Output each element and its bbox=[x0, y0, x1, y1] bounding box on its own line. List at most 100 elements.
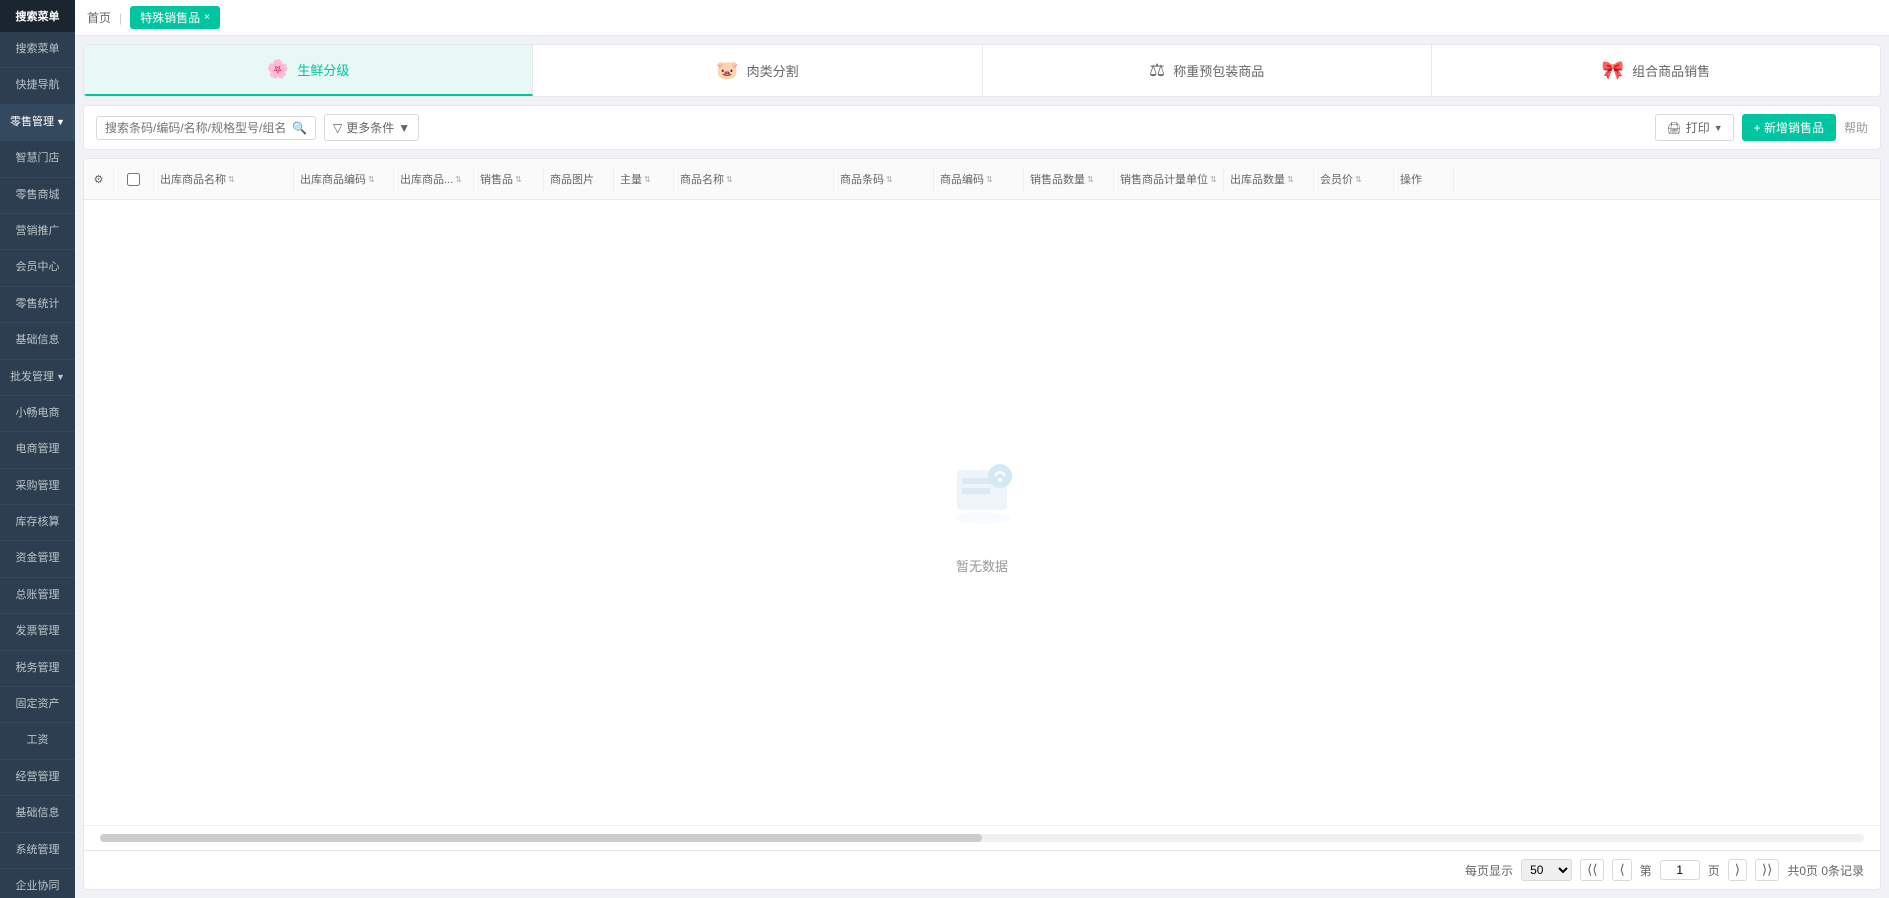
toolbar-right: 🖨 打印 ▼ + 新增销售品 帮助 bbox=[1655, 114, 1868, 141]
th-prod-name[interactable]: 商品名称 ⇅ bbox=[674, 167, 834, 191]
sort-icon: ⇅ bbox=[368, 175, 375, 184]
sort-icon: ⇅ bbox=[1287, 175, 1294, 184]
next-page-icon: ⟩ bbox=[1735, 862, 1740, 877]
topbar: 首页 | 特殊销售品 × bbox=[75, 0, 1889, 36]
sidebar-item-wholesale[interactable]: 批发管理 ▼ bbox=[0, 360, 75, 396]
sidebar-item-search[interactable]: 搜索菜单 bbox=[0, 32, 75, 68]
search-icon: 🔍 bbox=[292, 121, 307, 135]
sort-icon: ⇅ bbox=[886, 175, 893, 184]
close-tab-icon[interactable]: × bbox=[204, 12, 210, 23]
add-button[interactable]: + 新增销售品 bbox=[1742, 114, 1836, 141]
sidebar-item-invoice[interactable]: 发票管理 bbox=[0, 614, 75, 650]
th-out-sku[interactable]: 出库商品... ⇅ bbox=[394, 167, 474, 191]
last-page-button[interactable]: ⟩⟩ bbox=[1755, 859, 1779, 881]
scroll-x-area[interactable] bbox=[84, 825, 1880, 850]
breadcrumb-separator: | bbox=[119, 11, 122, 25]
sidebar-item-basicinfo[interactable]: 基础信息 bbox=[0, 323, 75, 359]
sidebar-item-retailstats[interactable]: 零售统计 bbox=[0, 287, 75, 323]
sort-icon: ⇅ bbox=[1087, 175, 1094, 184]
page-input[interactable] bbox=[1660, 860, 1700, 880]
th-sale-qty[interactable]: 销售品数量 ⇅ bbox=[1024, 167, 1114, 191]
th-barcode[interactable]: 商品条码 ⇅ bbox=[834, 167, 934, 191]
th-sale-item[interactable]: 销售品 ⇅ bbox=[474, 167, 544, 191]
search-input[interactable] bbox=[105, 121, 288, 135]
th-prod-code[interactable]: 商品编码 ⇅ bbox=[934, 167, 1024, 191]
last-page-icon: ⟩⟩ bbox=[1762, 862, 1772, 877]
sidebar-item-wage[interactable]: 工资 bbox=[0, 723, 75, 759]
toolbar: 🔍 ▽ 更多条件 ▼ 🖨 打印 ▼ + 新增销售品 帮助 bbox=[83, 105, 1881, 150]
page-label: 第 bbox=[1640, 862, 1652, 879]
first-page-icon: ⟨⟨ bbox=[1587, 862, 1597, 877]
th-setting[interactable]: ⚙ bbox=[84, 167, 114, 191]
sidebar-item-ecommerce[interactable]: 电商管理 bbox=[0, 432, 75, 468]
th-weight[interactable]: 主量 ⇅ bbox=[614, 167, 674, 191]
empty-icon bbox=[942, 450, 1022, 544]
th-out-name[interactable]: 出库商品名称 ⇅ bbox=[154, 167, 294, 191]
filter-button[interactable]: ▽ 更多条件 ▼ bbox=[324, 114, 419, 141]
content-area: 🌸 生鲜分级 🐷 肉类分割 ⚖ 称重预包装商品 🎀 组合商品销售 🔍 bbox=[75, 36, 1889, 898]
home-breadcrumb[interactable]: 首页 bbox=[87, 9, 111, 26]
scroll-x-thumb[interactable] bbox=[100, 834, 982, 842]
add-button-label: + 新增销售品 bbox=[1754, 119, 1824, 136]
tab-cards: 🌸 生鲜分级 🐷 肉类分割 ⚖ 称重预包装商品 🎀 组合商品销售 bbox=[83, 44, 1881, 97]
sidebar-item-finance[interactable]: 资金管理 bbox=[0, 541, 75, 577]
sidebar-item-smartstore[interactable]: 智慧门店 bbox=[0, 141, 75, 177]
th-unit[interactable]: 销售商品计量单位 ⇅ bbox=[1114, 167, 1224, 191]
table-header: ⚙ 出库商品名称 ⇅ 出库商品编码 ⇅ 出库商品... ⇅ bbox=[84, 159, 1880, 200]
tab-meat-label: 肉类分割 bbox=[747, 61, 799, 80]
per-page-select[interactable]: 50 10 20 100 bbox=[1521, 859, 1572, 881]
tab-meat[interactable]: 🐷 肉类分割 bbox=[533, 45, 982, 96]
help-button[interactable]: 帮助 bbox=[1844, 119, 1868, 136]
th-out-code[interactable]: 出库商品编码 ⇅ bbox=[294, 167, 394, 191]
th-out-qty[interactable]: 出库品数量 ⇅ bbox=[1224, 167, 1314, 191]
search-box[interactable]: 🔍 bbox=[96, 116, 316, 140]
filter-arrow-icon: ▼ bbox=[398, 121, 410, 135]
empty-state: 暂无数据 bbox=[84, 200, 1880, 825]
sidebar-item-inventory[interactable]: 库存核算 bbox=[0, 505, 75, 541]
sidebar-item-business[interactable]: 经营管理 bbox=[0, 760, 75, 796]
sidebar-item-marketing[interactable]: 营销推广 bbox=[0, 214, 75, 250]
sidebar-item-purchase[interactable]: 采购管理 bbox=[0, 469, 75, 505]
tab-combo[interactable]: 🎀 组合商品销售 bbox=[1432, 45, 1880, 96]
pagination-bar: 每页显示 50 10 20 100 ⟨⟨ ⟨ 第 页 ⟩ bbox=[84, 850, 1880, 889]
prev-page-button[interactable]: ⟨ bbox=[1612, 859, 1631, 881]
sidebar-item-ledger[interactable]: 总账管理 bbox=[0, 578, 75, 614]
filter-label: 更多条件 bbox=[346, 119, 394, 136]
sidebar-item-system[interactable]: 系统管理 bbox=[0, 833, 75, 869]
combo-icon: 🎀 bbox=[1602, 60, 1624, 81]
th-member-price[interactable]: 会员价 ⇅ bbox=[1314, 167, 1394, 191]
toolbar-left: 🔍 ▽ 更多条件 ▼ bbox=[96, 114, 419, 141]
print-label: 打印 bbox=[1686, 119, 1710, 136]
next-page-button[interactable]: ⟩ bbox=[1728, 859, 1747, 881]
sidebar-item-tax[interactable]: 税务管理 bbox=[0, 651, 75, 687]
tab-fresh[interactable]: 🌸 生鲜分级 bbox=[84, 45, 533, 96]
th-check[interactable] bbox=[114, 167, 154, 191]
sort-icon: ⇅ bbox=[644, 175, 651, 184]
sidebar-item-quicknav[interactable]: 快捷导航 bbox=[0, 68, 75, 104]
first-page-button[interactable]: ⟨⟨ bbox=[1580, 859, 1604, 881]
select-all-checkbox[interactable] bbox=[127, 173, 140, 186]
sidebar: 搜索菜单 搜索菜单 快捷导航 零售管理 ▼ 智慧门店 零售商城 营销推广 会员中… bbox=[0, 0, 75, 898]
sidebar-item-member[interactable]: 会员中心 bbox=[0, 250, 75, 286]
tab-fresh-label: 生鲜分级 bbox=[297, 60, 349, 79]
scroll-x-bar[interactable] bbox=[100, 834, 1864, 842]
sidebar-item-company[interactable]: 企业协同 bbox=[0, 869, 75, 898]
total-count: 共0页 0条记录 bbox=[1787, 862, 1864, 879]
print-button[interactable]: 🖨 打印 ▼ bbox=[1655, 114, 1733, 141]
sidebar-item-minishop[interactable]: 小畅电商 bbox=[0, 396, 75, 432]
sidebar-item-retailmall[interactable]: 零售商城 bbox=[0, 178, 75, 214]
retail-expand-icon: ▼ bbox=[56, 116, 65, 129]
sort-icon: ⇅ bbox=[455, 175, 462, 184]
active-tab-label: 特殊销售品 bbox=[140, 9, 200, 26]
sidebar-item-retail[interactable]: 零售管理 ▼ bbox=[0, 105, 75, 141]
th-img: 商品图片 bbox=[544, 167, 614, 191]
sidebar-item-fixedasset[interactable]: 固定资产 bbox=[0, 687, 75, 723]
print-arrow-icon: ▼ bbox=[1714, 123, 1723, 133]
sidebar-item-basicinfo2[interactable]: 基础信息 bbox=[0, 796, 75, 832]
tab-weighpack[interactable]: ⚖ 称重预包装商品 bbox=[983, 45, 1432, 96]
page-suffix: 页 bbox=[1708, 862, 1720, 879]
active-tab-tag[interactable]: 特殊销售品 × bbox=[130, 6, 220, 29]
sort-icon: ⇅ bbox=[1210, 175, 1217, 184]
sort-icon: ⇅ bbox=[228, 175, 235, 184]
per-page-label: 每页显示 bbox=[1465, 862, 1513, 879]
